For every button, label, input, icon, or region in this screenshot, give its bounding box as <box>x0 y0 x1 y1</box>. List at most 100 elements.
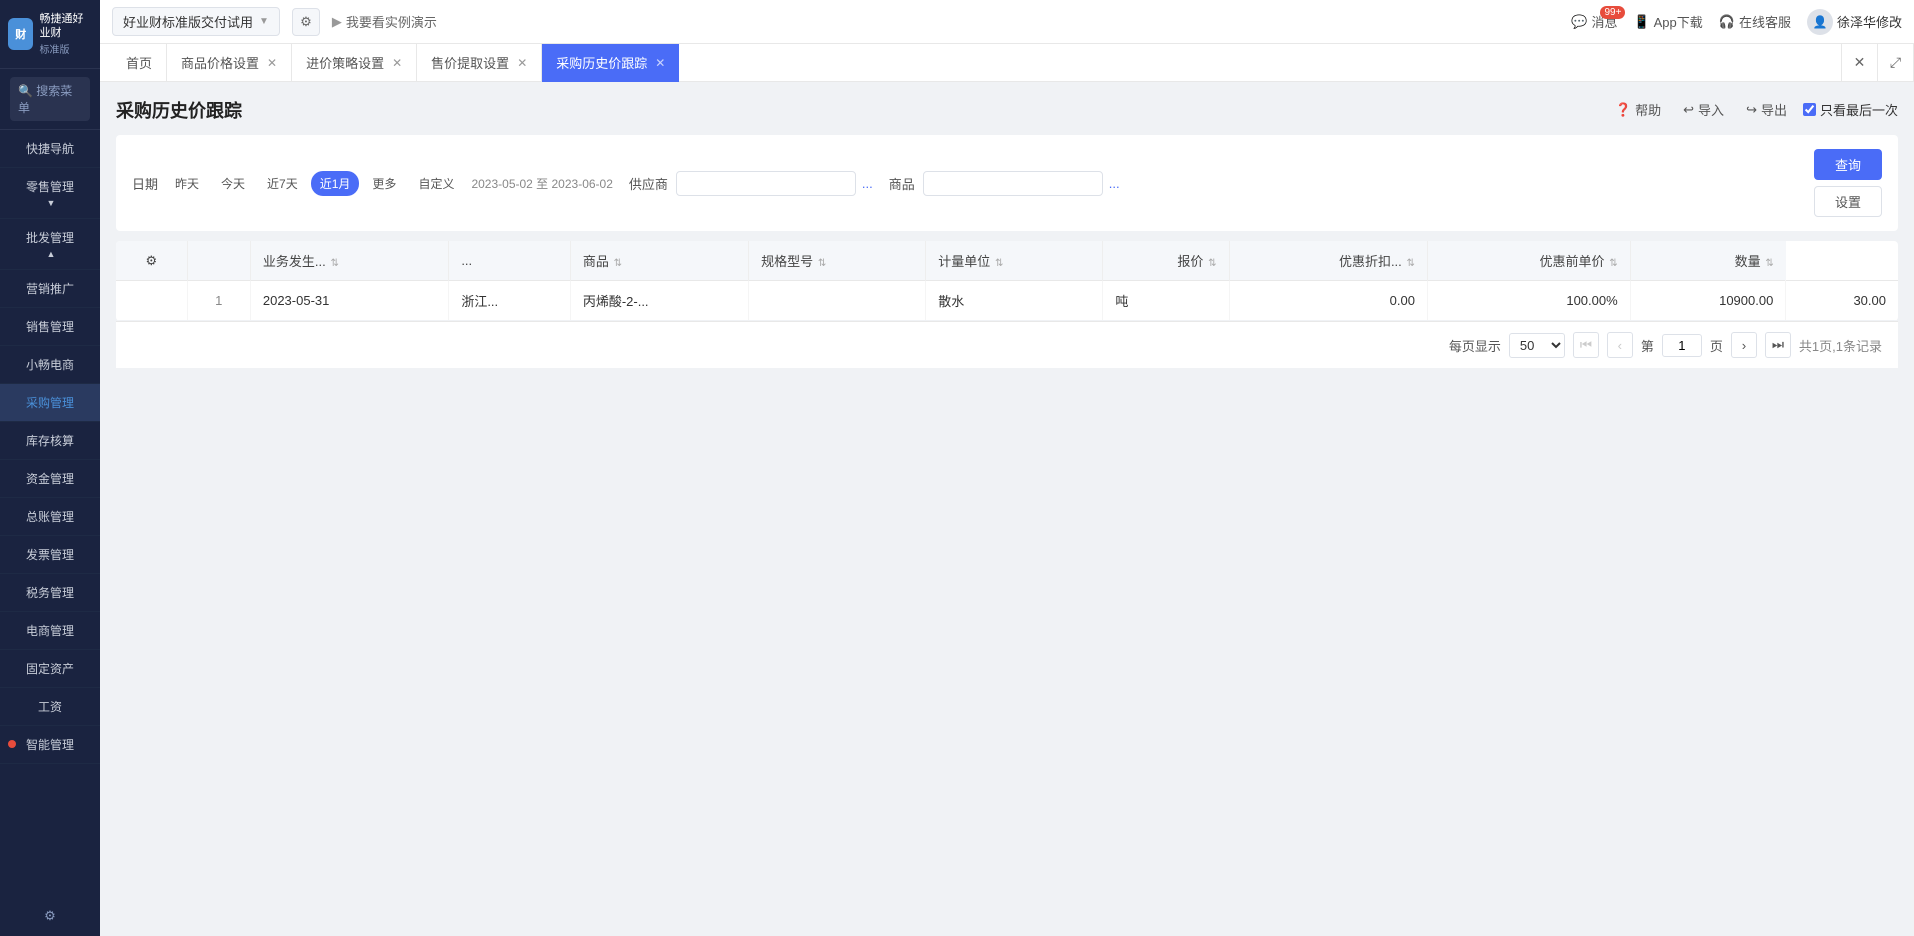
filter-actions: 查询 设置 <box>1814 149 1882 217</box>
tab-goods-price[interactable]: 商品价格设置✕ <box>167 44 292 82</box>
goods-more-button[interactable]: ... <box>1109 176 1120 191</box>
sidebar-item-ecommerce-small[interactable]: 小畅电商 <box>0 346 100 384</box>
first-page-button[interactable]: ⏮ <box>1573 332 1599 358</box>
cell-discount: 100.00% <box>1427 281 1630 321</box>
prev-page-button[interactable]: ‹ <box>1607 332 1633 358</box>
date-option-今天[interactable]: 今天 <box>212 171 254 196</box>
sort-icon: ⇅ <box>1205 258 1216 269</box>
sidebar-item-invoice[interactable]: 发票管理 <box>0 536 100 574</box>
sidebar-item-label: 电商管理 <box>26 622 74 639</box>
avatar: 👤 <box>1807 9 1833 35</box>
cell-pre_discount_price: 10900.00 <box>1630 281 1786 321</box>
col-header-settings: ⚙ <box>116 241 187 281</box>
cell-spec <box>749 281 926 321</box>
tab-purchase-strategy[interactable]: 进价策略设置✕ <box>292 44 417 82</box>
cell-unit: 散水 <box>926 281 1103 321</box>
date-option-近7天[interactable]: 近7天 <box>258 171 307 196</box>
sidebar-item-sales[interactable]: 销售管理 <box>0 308 100 346</box>
sidebar-item-inventory[interactable]: 库存核算 <box>0 422 100 460</box>
query-button[interactable]: 查询 <box>1814 149 1882 180</box>
date-option-自定义[interactable]: 自定义 <box>409 171 463 196</box>
sidebar-item-tax[interactable]: 税务管理 <box>0 574 100 612</box>
export-button[interactable]: ↪ 导出 <box>1740 96 1793 123</box>
version-select[interactable]: 好业财标准版交付试用 ▼ <box>112 7 280 36</box>
cell-quantity: 30.00 <box>1786 281 1898 321</box>
cell-settings <box>116 281 187 321</box>
supplier-filter-group: 供应商 ... <box>629 171 873 196</box>
col-header-unit[interactable]: 计量单位 ⇅ <box>926 241 1103 281</box>
cell-num: 1 <box>187 281 250 321</box>
col-header-price[interactable]: 报价 ⇅ <box>1103 241 1229 281</box>
cell-date: 2023-05-31 <box>250 281 448 321</box>
sidebar-item-ecommerce[interactable]: 电商管理 <box>0 612 100 650</box>
import-button[interactable]: ↩ 导入 <box>1677 96 1730 123</box>
col-header-discount[interactable]: 优惠折扣... ⇅ <box>1229 241 1427 281</box>
col-header-date[interactable]: 业务发生... ⇅ <box>250 241 448 281</box>
sidebar-item-label: 零售管理 <box>26 178 74 195</box>
col-header-goods[interactable]: 商品 ⇅ <box>570 241 748 281</box>
only-last-checkbox-group: 只看最后一次 <box>1803 100 1898 119</box>
settings-button[interactable]: 设置 <box>1814 186 1882 217</box>
supplier-more-button[interactable]: ... <box>862 176 873 191</box>
tab-close-button[interactable]: ✕ <box>1842 44 1878 82</box>
sidebar-item-purchase[interactable]: 采购管理 <box>0 384 100 422</box>
online-service-button[interactable]: 🎧 在线客服 <box>1719 12 1791 31</box>
data-table-container: ⚙业务发生... ⇅...商品 ⇅规格型号 ⇅计量单位 ⇅报价 ⇅优惠折扣...… <box>116 241 1898 321</box>
page-actions: ❓ 帮助 ↩ 导入 ↪ 导出 只看最后一次 <box>1609 96 1898 123</box>
col-header-pre_discount_price[interactable]: 优惠前单价 ⇅ <box>1427 241 1630 281</box>
cell-goods: 丙烯酸-2-... <box>570 281 748 321</box>
supplier-input[interactable] <box>676 171 856 196</box>
tab-close-icon[interactable]: ✕ <box>267 56 277 70</box>
topbar: 好业财标准版交付试用 ▼ ⚙ ▶ 我要看实例演示 💬 消息 99+ 📱 App下… <box>100 0 1914 44</box>
sidebar-item-label: 库存核算 <box>26 432 74 449</box>
last-page-button[interactable]: ⏭ <box>1765 332 1791 358</box>
only-last-checkbox[interactable] <box>1803 103 1816 116</box>
help-button[interactable]: ❓ 帮助 <box>1609 96 1667 123</box>
date-option-近1月[interactable]: 近1月 <box>311 171 360 196</box>
app-download-button[interactable]: 📱 App下载 <box>1633 12 1702 31</box>
sort-icon: ⇅ <box>1763 258 1774 269</box>
help-icon: ❓ <box>1615 102 1631 118</box>
sidebar-item-smart[interactable]: 智能管理 <box>0 726 100 764</box>
sidebar-item-salary[interactable]: 工资 <box>0 688 100 726</box>
per-page-select[interactable]: 2050100200 <box>1509 333 1565 358</box>
sort-icon: ⇅ <box>1607 258 1618 269</box>
tab-purchase-history[interactable]: 采购历史价跟踪✕ <box>542 44 679 82</box>
tab-expand-button[interactable]: ⤢ <box>1878 44 1914 82</box>
table-body: 12023-05-31浙江...丙烯酸-2-...散水吨0.00100.00%1… <box>116 281 1898 321</box>
col-header-quantity[interactable]: 数量 ⇅ <box>1630 241 1786 281</box>
message-button[interactable]: 💬 消息 99+ <box>1571 12 1617 31</box>
topbar-right: 💬 消息 99+ 📱 App下载 🎧 在线客服 👤 徐泽华修改 <box>1571 9 1902 35</box>
sidebar-item-fixed-assets[interactable]: 固定资产 <box>0 650 100 688</box>
sidebar-item-marketing[interactable]: 营销推广 <box>0 270 100 308</box>
tab-close-icon[interactable]: ✕ <box>655 56 665 70</box>
tab-close-icon[interactable]: ✕ <box>392 56 402 70</box>
sidebar-item-ledger[interactable]: 总账管理 <box>0 498 100 536</box>
goods-input[interactable] <box>923 171 1103 196</box>
demo-link[interactable]: ▶ 我要看实例演示 <box>332 12 437 31</box>
chevron-down-icon: ▼ <box>47 198 56 208</box>
sidebar-item-label: 税务管理 <box>26 584 74 601</box>
next-page-button[interactable]: › <box>1731 332 1757 358</box>
sidebar-item-quick-nav[interactable]: 快捷导航 <box>0 130 100 168</box>
sidebar-item-wholesale[interactable]: 批发管理▲ <box>0 219 100 270</box>
page-input[interactable] <box>1662 334 1702 357</box>
sidebar-settings-button[interactable]: ⚙ <box>0 896 100 936</box>
sidebar-item-retail[interactable]: 零售管理 ▼ <box>0 168 100 219</box>
user-menu-button[interactable]: 👤 徐泽华修改 <box>1807 9 1902 35</box>
tab-close-icon[interactable]: ✕ <box>517 56 527 70</box>
tab-home[interactable]: 首页 <box>112 44 167 82</box>
tab-sale-price[interactable]: 售价提取设置 ✕ <box>417 44 542 82</box>
tab-label: 售价提取设置 <box>431 53 509 72</box>
sort-icon: ⇅ <box>328 258 339 269</box>
date-options: 昨天今天近7天近1月更多自定义 <box>166 171 463 196</box>
date-option-昨天[interactable]: 昨天 <box>166 171 208 196</box>
logo-text: 畅捷通好业财 <box>39 12 92 41</box>
total-info: 共1页,1条记录 <box>1799 336 1882 355</box>
search-menu-button[interactable]: 🔍 搜索菜单 <box>10 77 90 121</box>
col-header-spec[interactable]: 规格型号 ⇅ <box>749 241 926 281</box>
tab-label: 首页 <box>126 53 152 72</box>
date-option-更多[interactable]: 更多 <box>363 171 405 196</box>
topbar-settings-button[interactable]: ⚙ <box>292 8 320 36</box>
sidebar-item-finance[interactable]: 资金管理 <box>0 460 100 498</box>
